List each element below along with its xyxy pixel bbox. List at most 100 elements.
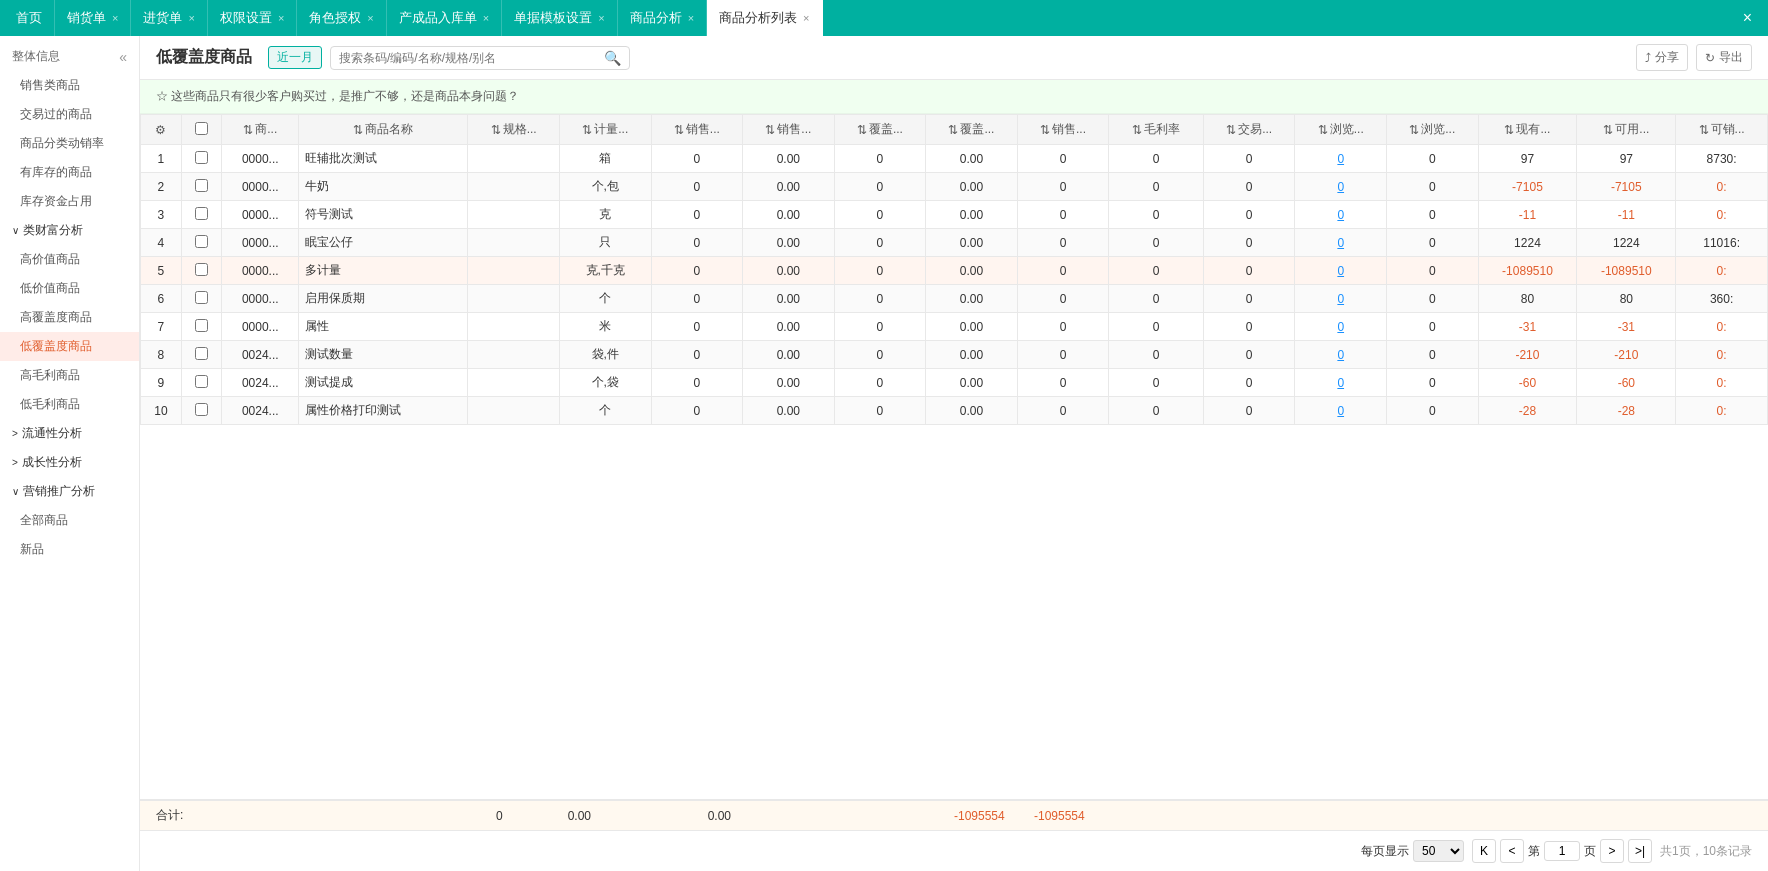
- sidebar-item-stock-capital[interactable]: 库存资金占用: [0, 187, 139, 216]
- col-sales-amt[interactable]: ⇅销售...: [743, 115, 835, 145]
- row-checkbox-input[interactable]: [195, 151, 208, 164]
- per-page-select[interactable]: 50 20 100 200: [1413, 840, 1464, 862]
- col-code[interactable]: ⇅商...: [222, 115, 299, 145]
- row-view1[interactable]: 0: [1295, 369, 1387, 397]
- row-checkbox-input[interactable]: [195, 347, 208, 360]
- row-checkbox-input[interactable]: [195, 319, 208, 332]
- row-sales3: 0: [1017, 145, 1109, 173]
- row-view1[interactable]: 0: [1295, 285, 1387, 313]
- sidebar-item-traded-products[interactable]: 交易过的商品: [0, 100, 139, 129]
- row-checkbox[interactable]: [181, 285, 221, 313]
- col-spec[interactable]: ⇅规格...: [468, 115, 560, 145]
- row-checkbox[interactable]: [181, 313, 221, 341]
- sidebar-item-low-coverage[interactable]: 低覆盖度商品: [0, 332, 139, 361]
- col-gross[interactable]: ⇅毛利率: [1109, 115, 1204, 145]
- row-view1[interactable]: 0: [1295, 229, 1387, 257]
- export-button[interactable]: ↻ 导出: [1696, 44, 1752, 71]
- nav-products[interactable]: 产成品入库单 ×: [387, 0, 502, 36]
- col-cover1[interactable]: ⇅覆盖...: [834, 115, 926, 145]
- close-icon[interactable]: ×: [803, 12, 809, 24]
- row-checkbox-input[interactable]: [195, 403, 208, 416]
- search-icon[interactable]: 🔍: [604, 50, 621, 66]
- nav-purchase[interactable]: 进货单 ×: [131, 0, 207, 36]
- row-view1[interactable]: 0: [1295, 173, 1387, 201]
- col-sales3[interactable]: ⇅销售...: [1017, 115, 1109, 145]
- nav-sales[interactable]: 销货单 ×: [55, 0, 131, 36]
- col-sales-qty[interactable]: ⇅销售...: [651, 115, 743, 145]
- select-all-checkbox[interactable]: [195, 122, 208, 135]
- row-checkbox-input[interactable]: [195, 263, 208, 276]
- row-checkbox-input[interactable]: [195, 179, 208, 192]
- row-checkbox-input[interactable]: [195, 207, 208, 220]
- search-input[interactable]: [339, 51, 600, 65]
- sidebar-section-circulation[interactable]: > 流通性分析: [0, 419, 139, 448]
- row-checkbox[interactable]: [181, 257, 221, 285]
- sidebar-section-wealth[interactable]: ∨ 类财富分析: [0, 216, 139, 245]
- nav-analysis-list[interactable]: 商品分析列表 ×: [707, 0, 822, 36]
- row-checkbox[interactable]: [181, 229, 221, 257]
- share-button[interactable]: ⤴ 分享: [1636, 44, 1688, 71]
- sidebar-item-high-value[interactable]: 高价值商品: [0, 245, 139, 274]
- col-view1[interactable]: ⇅浏览...: [1295, 115, 1387, 145]
- next-page-button[interactable]: >: [1600, 839, 1624, 863]
- col-trade[interactable]: ⇅交易...: [1203, 115, 1295, 145]
- row-view1[interactable]: 0: [1295, 397, 1387, 425]
- row-checkbox-input[interactable]: [195, 291, 208, 304]
- sidebar-item-high-coverage[interactable]: 高覆盖度商品: [0, 303, 139, 332]
- col-settings[interactable]: ⚙: [141, 115, 182, 145]
- row-view1[interactable]: 0: [1295, 313, 1387, 341]
- first-page-button[interactable]: K: [1472, 839, 1496, 863]
- close-icon[interactable]: ×: [483, 12, 489, 24]
- close-icon[interactable]: ×: [367, 12, 373, 24]
- col-checkbox[interactable]: [181, 115, 221, 145]
- close-icon[interactable]: ×: [188, 12, 194, 24]
- row-checkbox-input[interactable]: [195, 235, 208, 248]
- row-checkbox[interactable]: [181, 397, 221, 425]
- row-view1[interactable]: 0: [1295, 341, 1387, 369]
- col-saleable[interactable]: ⇅可销...: [1676, 115, 1768, 145]
- last-page-button[interactable]: >|: [1628, 839, 1652, 863]
- prev-page-button[interactable]: <: [1500, 839, 1524, 863]
- sidebar-item-low-profit[interactable]: 低毛利商品: [0, 390, 139, 419]
- sidebar-collapse-button[interactable]: «: [119, 49, 127, 65]
- window-close-button[interactable]: ×: [1731, 9, 1764, 27]
- nav-templates[interactable]: 单据模板设置 ×: [502, 0, 617, 36]
- page-number-input[interactable]: [1544, 841, 1580, 861]
- close-icon[interactable]: ×: [688, 12, 694, 24]
- row-checkbox[interactable]: [181, 173, 221, 201]
- row-view1[interactable]: 0: [1295, 257, 1387, 285]
- nav-home[interactable]: 首页: [4, 0, 55, 36]
- col-available[interactable]: ⇅可用...: [1577, 115, 1676, 145]
- col-cover2[interactable]: ⇅覆盖...: [926, 115, 1018, 145]
- col-unit[interactable]: ⇅计量...: [559, 115, 651, 145]
- close-icon[interactable]: ×: [598, 12, 604, 24]
- col-view2[interactable]: ⇅浏览...: [1387, 115, 1479, 145]
- nav-permissions[interactable]: 权限设置 ×: [208, 0, 297, 36]
- sidebar-item-category-rate[interactable]: 商品分类动销率: [0, 129, 139, 158]
- sidebar-section-marketing[interactable]: ∨ 营销推广分析: [0, 477, 139, 506]
- close-icon[interactable]: ×: [112, 12, 118, 24]
- col-name[interactable]: ⇅商品名称: [299, 115, 468, 145]
- sidebar-item-in-stock[interactable]: 有库存的商品: [0, 158, 139, 187]
- nav-analysis[interactable]: 商品分析 ×: [618, 0, 707, 36]
- row-code: 0000...: [222, 173, 299, 201]
- sidebar-section-growth[interactable]: > 成长性分析: [0, 448, 139, 477]
- sidebar-item-low-value[interactable]: 低价值商品: [0, 274, 139, 303]
- col-current[interactable]: ⇅现有...: [1478, 115, 1577, 145]
- sidebar-item-all-products[interactable]: 全部商品: [0, 506, 139, 535]
- row-view1[interactable]: 0: [1295, 145, 1387, 173]
- totals-label: 合计:: [156, 807, 183, 824]
- row-checkbox[interactable]: [181, 145, 221, 173]
- close-icon[interactable]: ×: [278, 12, 284, 24]
- sidebar-item-high-profit[interactable]: 高毛利商品: [0, 361, 139, 390]
- row-checkbox[interactable]: [181, 369, 221, 397]
- row-checkbox[interactable]: [181, 201, 221, 229]
- total-available: -1095554: [1019, 809, 1099, 823]
- sidebar-item-new-products[interactable]: 新品: [0, 535, 139, 564]
- row-checkbox[interactable]: [181, 341, 221, 369]
- sidebar-item-sales-products[interactable]: 销售类商品: [0, 71, 139, 100]
- nav-roles[interactable]: 角色授权 ×: [297, 0, 386, 36]
- period-button[interactable]: 近一月: [268, 46, 322, 69]
- row-view1[interactable]: 0: [1295, 201, 1387, 229]
- row-checkbox-input[interactable]: [195, 375, 208, 388]
